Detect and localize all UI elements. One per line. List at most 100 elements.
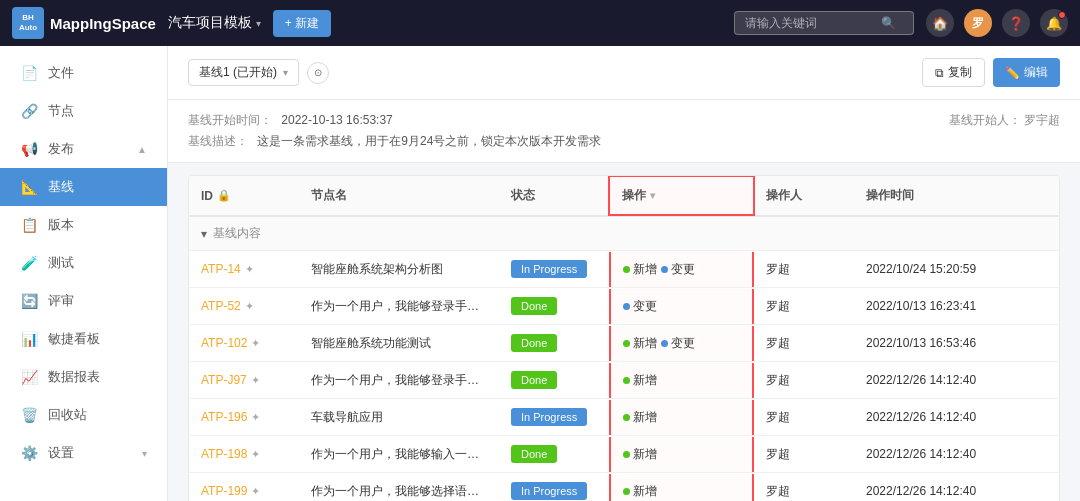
lock-icon: 🔒 [217,189,231,202]
settings-expand-icon: ▾ [142,448,147,459]
test-icon: 🧪 [20,255,38,271]
sidebar-item-settings[interactable]: ⚙️ 设置 ▾ [0,434,167,472]
edit-button[interactable]: ✏️ 编辑 [993,58,1060,87]
id-link[interactable]: ATP-52 [201,299,241,313]
cell-action: 新增 [609,474,754,502]
header-icons: 🏠 罗 ❓ 🔔 [926,9,1068,37]
id-link[interactable]: ATP-102 [201,336,247,350]
sidebar-item-baseline[interactable]: 📐 基线 [0,168,167,206]
id-link[interactable]: ATP-J97 [201,373,247,387]
copy-button[interactable]: ⧉ 复制 [922,58,985,87]
id-link[interactable]: ATP-199 [201,484,247,498]
table-row: ATP-52✦作为一个用户，我能够登录手机账…Done变更 罗超2022/10/… [189,288,1059,325]
action-dot [623,451,630,458]
cell-action: 变更 [609,289,754,324]
sidebar-item-kanban[interactable]: 📊 敏捷看板 [0,320,167,358]
status-badge: In Progress [511,408,587,426]
nodes-icon: 🔗 [20,103,38,119]
th-status: 状态 [499,176,609,215]
table-row: ATP-14✦智能座舱系统架构分析图In Progress新增 变更 罗超202… [189,251,1059,288]
desc-row: 基线描述： 这是一条需求基线，用于在9月24号之前，锁定本次版本开发需求 [188,133,601,150]
kanban-icon: 📊 [20,331,38,347]
cell-status: In Progress [499,473,609,501]
star-icon[interactable]: ✦ [251,411,260,424]
star-icon[interactable]: ✦ [251,374,260,387]
expand-icon[interactable]: ▾ [201,227,207,241]
help-icon[interactable]: ❓ [1002,9,1030,37]
action-dot [623,377,630,384]
id-link[interactable]: ATP-196 [201,410,247,424]
star-icon[interactable]: ✦ [245,263,254,276]
publish-icon: 📢 [20,141,38,157]
cell-operator: 罗超 [754,400,854,435]
cell-operator: 罗超 [754,363,854,398]
cell-time: 2022/12/26 14:12:40 [854,438,1054,470]
cell-action: 新增 [609,400,754,435]
cell-name: 智能座舱系统架构分析图 [299,252,499,287]
versions-icon: 📋 [20,217,38,233]
star-icon[interactable]: ✦ [245,300,254,313]
start-time-row: 基线开始时间： 2022-10-13 16:53:37 [188,112,601,129]
avatar[interactable]: 罗 [964,9,992,37]
search-icon[interactable]: 🔍 [881,16,896,30]
sidebar: 📄 文件 🔗 节点 📢 发布 ▲ 📐 基线 📋 版本 🧪 测试 🔄 [0,46,168,501]
files-icon: 📄 [20,65,38,81]
sidebar-item-reports[interactable]: 📈 数据报表 [0,358,167,396]
cell-id: ATP-198 ✦ [189,438,299,470]
cell-time: 2022/10/13 16:23:41 [854,290,1054,322]
sidebar-item-test[interactable]: 🧪 测试 [0,244,167,282]
cell-copy: ⧉ [1054,474,1060,501]
home-icon[interactable]: 🏠 [926,9,954,37]
action-item: 新增 [623,446,657,463]
th-copy [1054,176,1060,215]
action-dot [623,414,630,421]
topbar-actions: ⧉ 复制 ✏️ 编辑 [922,58,1060,87]
status-badge: Done [511,445,557,463]
circle-action-button[interactable]: ⊙ [307,62,329,84]
cell-name: 作为一个用户，我能够登录手机账… [299,363,499,398]
table-body: ATP-14✦智能座舱系统架构分析图In Progress新增 变更 罗超202… [189,251,1059,501]
search-input[interactable] [745,16,875,30]
sidebar-item-publish[interactable]: 📢 发布 ▲ [0,130,167,168]
cell-copy: ⧉ [1054,363,1060,397]
creator-info: 基线开始人： 罗宇超 [949,112,1060,129]
filter-icon[interactable]: ▾ [650,190,655,201]
cell-name: 作为一个用户，我能够选择语音播… [299,474,499,502]
star-icon[interactable]: ✦ [251,337,260,350]
cell-id: ATP-199 ✦ [189,475,299,501]
star-icon[interactable]: ✦ [251,448,260,461]
sidebar-item-nodes[interactable]: 🔗 节点 [0,92,167,130]
edit-icon: ✏️ [1005,66,1020,80]
cell-id: ATP-196 ✦ [189,401,299,433]
cell-time: 2022/12/26 14:12:40 [854,401,1054,433]
cell-copy: ⧉ [1054,437,1060,471]
notification-icon[interactable]: 🔔 [1040,9,1068,37]
cell-name: 作为一个用户，我能够登录手机账… [299,289,499,324]
cell-action: 新增 [609,437,754,472]
settings-icon: ⚙️ [20,445,38,461]
status-badge: Done [511,297,557,315]
sidebar-item-trash[interactable]: 🗑️ 回收站 [0,396,167,434]
action-item: 变更 [623,298,657,315]
table-row: ATP-198✦作为一个用户，我能够输入一个地…Done新增 罗超2022/12… [189,436,1059,473]
sidebar-item-files[interactable]: 📄 文件 [0,54,167,92]
app-title: MappIngSpace [50,15,156,32]
action-item: 新增 [623,372,657,389]
trash-icon: 🗑️ [20,407,38,423]
sidebar-item-review[interactable]: 🔄 评审 [0,282,167,320]
th-time: 操作时间 [854,176,1054,215]
table-row: ATP-196✦车载导航应用In Progress新增 罗超2022/12/26… [189,399,1059,436]
project-name[interactable]: 汽车项目模板 ▾ [168,14,261,32]
new-button[interactable]: + 新建 [273,10,331,37]
topbar: 基线1 (已开始) ▾ ⊙ ⧉ 复制 ✏️ 编辑 [168,46,1080,100]
action-dot [623,340,630,347]
id-link[interactable]: ATP-198 [201,447,247,461]
star-icon[interactable]: ✦ [251,485,260,498]
id-link[interactable]: ATP-14 [201,262,241,276]
logo-area: BHAuto MappIngSpace [12,7,156,39]
baseline-dropdown[interactable]: 基线1 (已开始) ▾ [188,59,299,86]
cell-action: 新增 [609,363,754,398]
sidebar-item-versions[interactable]: 📋 版本 [0,206,167,244]
action-item: 新增 [623,409,657,426]
status-badge: In Progress [511,482,587,500]
